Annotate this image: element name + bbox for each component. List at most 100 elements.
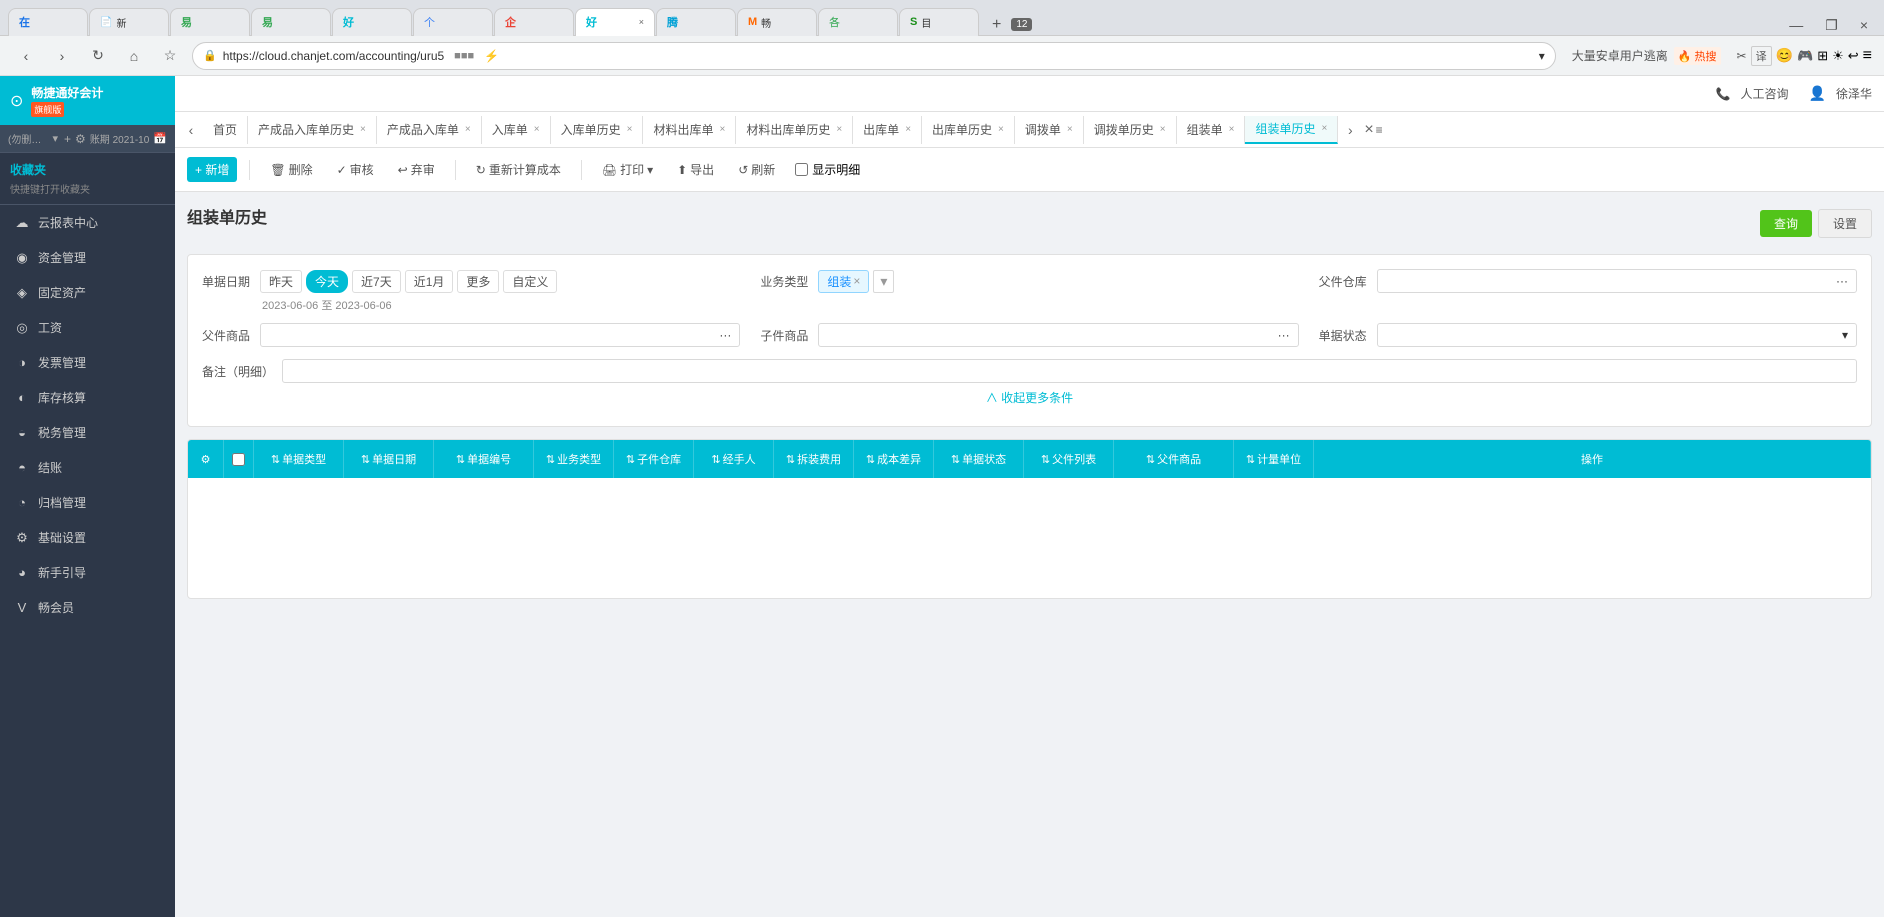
- select-all-checkbox[interactable]: [232, 453, 245, 466]
- tab-close-8[interactable]: ×: [998, 124, 1004, 135]
- home-btn[interactable]: ⌂: [120, 42, 148, 70]
- th-date[interactable]: ⇅ 单据日期: [344, 440, 434, 478]
- recalculate-btn[interactable]: ↻ 重新计算成本: [468, 157, 569, 182]
- tab-material-outbound-history[interactable]: 材料出库单历史 ×: [736, 116, 853, 144]
- date-btn-7days[interactable]: 近7天: [352, 270, 401, 293]
- company-selector[interactable]: (勿删勿禁用）江西服宝测试专用 ▾ + ⚙ 账期 2021-10 📅: [0, 125, 175, 153]
- tab-finished-goods[interactable]: 产成品入库单 ×: [377, 116, 482, 144]
- th-cost-diff[interactable]: ⇅ 成本差异: [854, 440, 934, 478]
- parent-warehouse-ellipsis[interactable]: ···: [1836, 274, 1848, 288]
- sun-btn[interactable]: ☀: [1832, 48, 1844, 64]
- tab-assembly[interactable]: 组装单 ×: [1177, 116, 1246, 144]
- tab-assembly-history[interactable]: 组装单历史 ×: [1245, 116, 1338, 144]
- tab-close-11[interactable]: ×: [1229, 124, 1235, 135]
- th-parent-list[interactable]: ⇅ 父件列表: [1024, 440, 1114, 478]
- status-dropdown[interactable]: ▾: [1377, 323, 1857, 347]
- menu-btn[interactable]: ≡: [1863, 47, 1872, 65]
- maximize-btn[interactable]: ❐: [1817, 15, 1846, 36]
- tab-outbound-history[interactable]: 出库单历史 ×: [922, 116, 1015, 144]
- date-btn-custom[interactable]: 自定义: [503, 270, 557, 293]
- favorites-shortcut[interactable]: 快捷键打开收藏夹: [10, 181, 165, 196]
- date-btn-yesterday[interactable]: 昨天: [260, 270, 302, 293]
- bookmark-btn[interactable]: ☆: [156, 42, 184, 70]
- th-status[interactable]: ⇅ 单据状态: [934, 440, 1024, 478]
- th-sub-warehouse[interactable]: ⇅ 子件仓库: [614, 440, 694, 478]
- query-btn[interactable]: 查询: [1760, 210, 1812, 237]
- tab-finished-goods-history[interactable]: 产成品入库单历史 ×: [248, 116, 377, 144]
- date-btn-1month[interactable]: 近1月: [405, 270, 454, 293]
- nav-item-guide[interactable]: ◕ 新手引导: [0, 555, 175, 590]
- browser-tab-5[interactable]: 好: [332, 8, 412, 36]
- browser-tab-3[interactable]: 易: [170, 8, 250, 36]
- th-biz-type[interactable]: ⇅ 业务类型: [534, 440, 614, 478]
- th-parent-goods[interactable]: ⇅ 父件商品: [1114, 440, 1234, 478]
- refresh-btn[interactable]: ↺ 刷新: [730, 157, 783, 182]
- tab-inbound-history[interactable]: 入库单历史 ×: [551, 116, 644, 144]
- calendar-icon[interactable]: 📅: [153, 132, 167, 145]
- nav-item-cloud-reports[interactable]: ☁ 云报表中心: [0, 205, 175, 240]
- page-settings-btn[interactable]: 设置: [1818, 209, 1872, 238]
- emoji-btn[interactable]: 😊: [1776, 47, 1793, 64]
- browser-tab-11[interactable]: 各: [818, 8, 898, 36]
- nav-item-inventory[interactable]: ◐ 库存核算: [0, 380, 175, 415]
- browser-tab-active[interactable]: 好 ×: [575, 8, 655, 36]
- print-btn[interactable]: 🖨 打印 ▾: [594, 157, 661, 182]
- tab-close-12[interactable]: ×: [1321, 123, 1327, 134]
- browser-tab-1[interactable]: 在: [8, 8, 88, 36]
- nav-item-archive[interactable]: ◔ 归档管理: [0, 485, 175, 520]
- settings-gear-icon[interactable]: ⚙: [75, 132, 86, 146]
- extensions-btn[interactable]: ⚡: [484, 49, 499, 63]
- collapse-bar[interactable]: ∧ 收起更多条件: [202, 383, 1857, 412]
- audit-btn[interactable]: ✓ 审核: [329, 157, 382, 182]
- period-label[interactable]: 账期 2021-10: [90, 131, 149, 146]
- tab-material-outbound[interactable]: 材料出库单 ×: [643, 116, 736, 144]
- address-bar[interactable]: 🔒 https://cloud.chanjet.com/accounting/u…: [192, 42, 1556, 70]
- export-btn[interactable]: ⬆ 导出: [669, 157, 722, 182]
- parent-goods-dropdown[interactable]: ···: [260, 323, 740, 347]
- back-btn[interactable]: ‹: [12, 42, 40, 70]
- tab-close-all[interactable]: ×: [1364, 121, 1373, 139]
- date-btn-more[interactable]: 更多: [457, 270, 499, 293]
- nav-item-invoice[interactable]: ◑ 发票管理: [0, 345, 175, 380]
- nav-item-fund[interactable]: ◉ 资金管理: [0, 240, 175, 275]
- nav-item-tax[interactable]: ◒ 税务管理: [0, 415, 175, 450]
- tab-close-7[interactable]: ×: [905, 124, 911, 135]
- tab-inbound[interactable]: 入库单 ×: [482, 116, 551, 144]
- show-detail-checkbox[interactable]: [795, 163, 808, 176]
- th-handler[interactable]: ⇅ 经手人: [694, 440, 774, 478]
- browser-tab-6[interactable]: 个: [413, 8, 493, 36]
- delete-btn[interactable]: 🗑 删除: [262, 157, 320, 182]
- th-disassemble-cost[interactable]: ⇅ 拆装费用: [774, 440, 854, 478]
- scissors-icon[interactable]: ✂: [1737, 49, 1747, 63]
- add-company-btn[interactable]: +: [64, 132, 71, 146]
- nav-item-basic-settings[interactable]: ⚙ 基础设置: [0, 520, 175, 555]
- browser-tab-10[interactable]: M 畅: [737, 8, 817, 36]
- sub-goods-ellipsis[interactable]: ···: [1278, 328, 1290, 342]
- grid-btn[interactable]: ⊞: [1817, 48, 1828, 64]
- tag-close-btn[interactable]: ×: [853, 274, 860, 288]
- tab-transfer[interactable]: 调拨单 ×: [1015, 116, 1084, 144]
- bookmark-star[interactable]: ▾: [1539, 49, 1545, 63]
- support-btn[interactable]: 人工咨询: [1741, 85, 1789, 102]
- tab-close-3[interactable]: ×: [534, 124, 540, 135]
- tab-close-6[interactable]: ×: [836, 124, 842, 135]
- sub-goods-dropdown[interactable]: ···: [818, 323, 1298, 347]
- browser-tab-12[interactable]: S 目: [899, 8, 979, 36]
- business-type-dropdown[interactable]: ▾: [873, 270, 894, 293]
- tab-home[interactable]: 首页: [203, 116, 248, 144]
- th-column-settings[interactable]: ⚙: [188, 440, 224, 478]
- user-name[interactable]: 徐泽华: [1836, 85, 1872, 102]
- tab-outbound[interactable]: 出库单 ×: [853, 116, 922, 144]
- nav-item-payroll[interactable]: ◎ 工资: [0, 310, 175, 345]
- tab-transfer-history[interactable]: 调拨单历史 ×: [1084, 116, 1177, 144]
- new-tab-btn[interactable]: +: [986, 14, 1007, 36]
- parent-goods-ellipsis[interactable]: ···: [719, 328, 731, 342]
- refresh-nav-btn[interactable]: ↻: [84, 42, 112, 70]
- add-btn[interactable]: + 新增: [187, 157, 237, 182]
- close-btn[interactable]: ×: [1852, 15, 1876, 35]
- translate-btn[interactable]: 译: [1751, 46, 1772, 66]
- browser-tab-4[interactable]: 易: [251, 8, 331, 36]
- game-btn[interactable]: 🎮: [1797, 48, 1813, 64]
- browser-tab-9[interactable]: 腾: [656, 8, 736, 36]
- forward-btn[interactable]: ›: [48, 42, 76, 70]
